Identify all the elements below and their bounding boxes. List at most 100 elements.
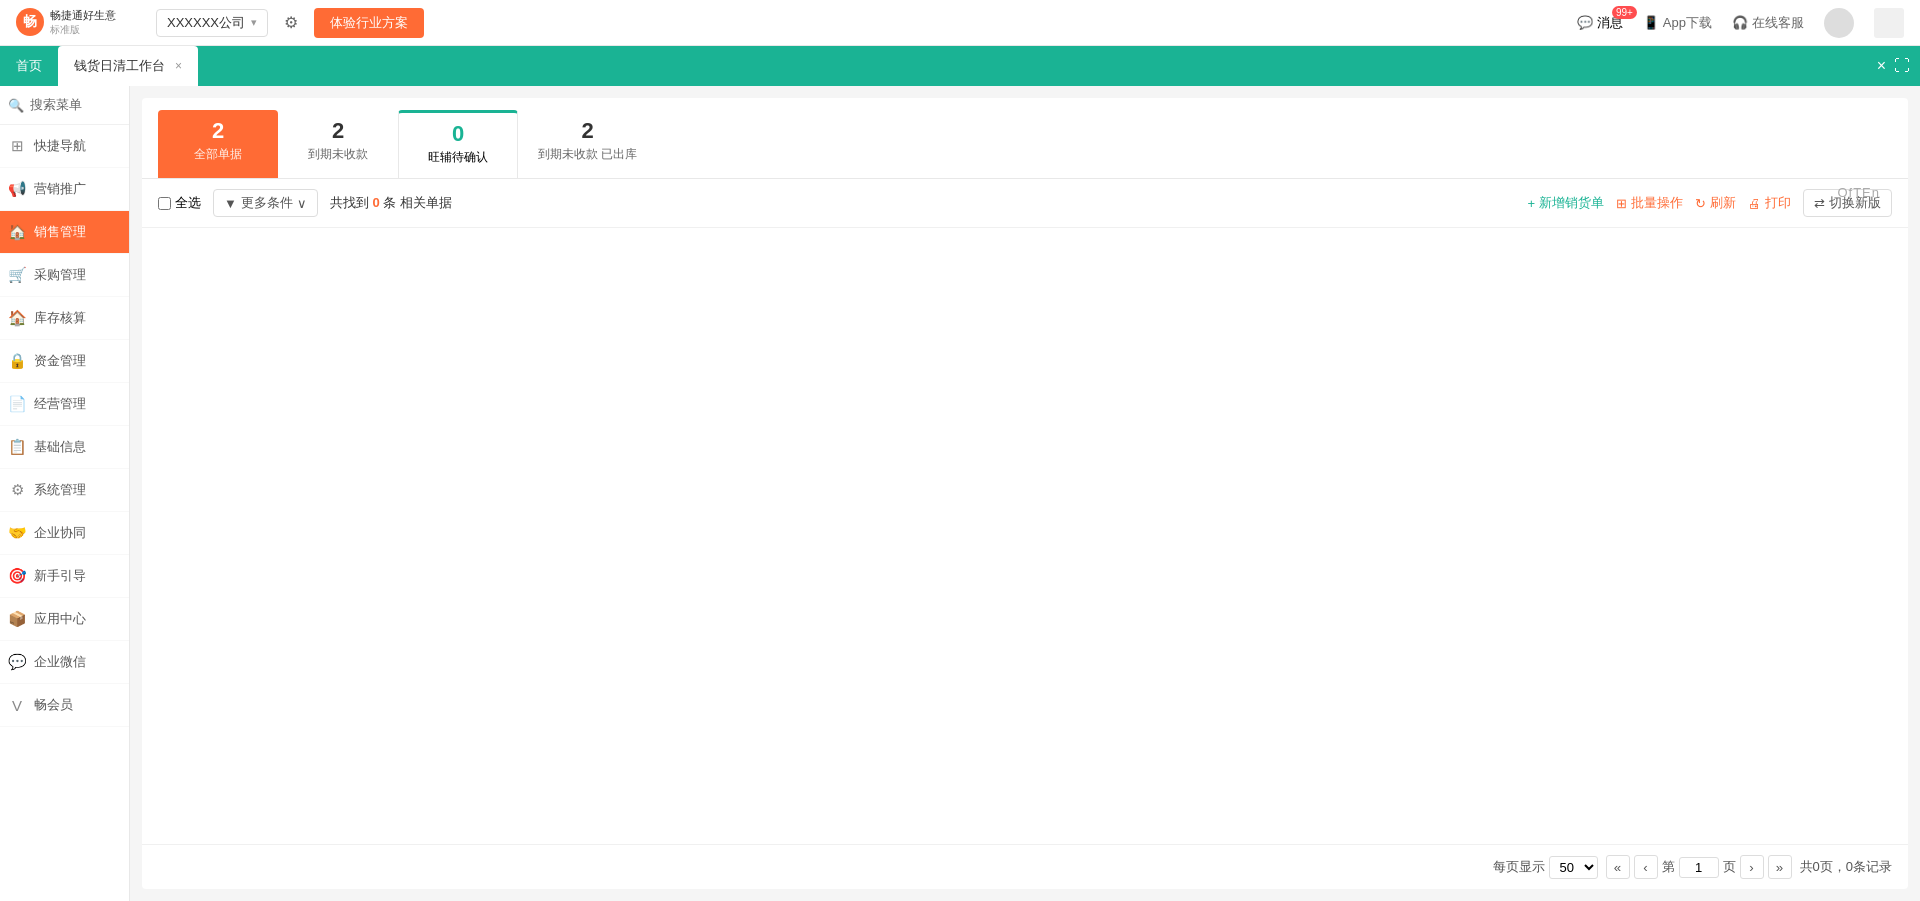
company-dropdown-arrow: ▾ <box>251 16 257 29</box>
app-download-button[interactable]: 📱 App下载 <box>1643 14 1712 32</box>
total-records-label: 共0页，0条记录 <box>1800 858 1892 876</box>
print-label: 打印 <box>1765 194 1791 212</box>
online-service-button[interactable]: 🎧 在线客服 <box>1732 14 1804 32</box>
stat-overdue-label: 到期未收款 <box>298 146 378 163</box>
last-page-button[interactable]: » <box>1768 855 1792 879</box>
filter-button[interactable]: ▼ 更多条件 ∨ <box>213 189 318 217</box>
app-download-label: App下载 <box>1663 14 1712 32</box>
sidebar-item-wechat[interactable]: 💬 企业微信 <box>0 641 129 684</box>
tab-minimize-icon[interactable]: × <box>1877 57 1886 75</box>
select-all-checkbox[interactable]: 全选 <box>158 194 201 212</box>
new-sale-plus-icon: + <box>1527 196 1535 211</box>
per-page-label: 每页显示 <box>1493 858 1545 876</box>
refresh-icon: ↻ <box>1695 196 1706 211</box>
stat-tab-all[interactable]: 2 全部单据 <box>158 110 278 178</box>
page-number-input[interactable] <box>1679 857 1719 878</box>
stat-tab-overdue-unshipped[interactable]: 2 到期未收款 已出库 <box>518 110 657 178</box>
switch-icon: ⇄ <box>1814 196 1825 211</box>
company-selector[interactable]: XXXXXX公司 ▾ <box>156 9 268 37</box>
tab-bar-controls: × ⛶ <box>1877 57 1920 75</box>
sidebar-item-finance[interactable]: 🔒 资金管理 <box>0 340 129 383</box>
per-page-select[interactable]: 50 <box>1549 856 1598 879</box>
search-icon: 🔍 <box>8 98 24 113</box>
found-text: 共找到 0 条 相关单据 <box>330 194 452 212</box>
sidebar-search-label: 搜索菜单 <box>30 96 82 114</box>
marketing-icon: 📢 <box>8 180 26 198</box>
stat-tab-overdue[interactable]: 2 到期未收款 <box>278 110 398 178</box>
stat-tab-wangwang[interactable]: 0 旺辅待确认 <box>398 110 518 178</box>
app-download-icon: 📱 <box>1643 15 1659 30</box>
sidebar-item-operations[interactable]: 📄 经营管理 <box>0 383 129 426</box>
main-layout: 🔍 搜索菜单 ⊞ 快捷导航 📢 营销推广 🏠 销售管理 🛒 采购管理 🏠 库存核… <box>0 86 1920 901</box>
tab-workbench[interactable]: 钱货日清工作台 × <box>58 46 198 86</box>
sidebar-item-system[interactable]: ⚙ 系统管理 <box>0 469 129 512</box>
sidebar-item-cooperation[interactable]: 🤝 企业协同 <box>0 512 129 555</box>
refresh-button[interactable]: ↻ 刷新 <box>1695 194 1736 212</box>
tab-home[interactable]: 首页 <box>0 46 58 86</box>
toolbar: 全选 ▼ 更多条件 ∨ 共找到 0 条 相关单据 + 新增销货单 <box>142 179 1908 228</box>
logo-badge: 标准版 <box>50 23 116 37</box>
sidebar-item-purchase[interactable]: 🛒 采购管理 <box>0 254 129 297</box>
sidebar-label-finance: 资金管理 <box>34 352 86 370</box>
page-suffix: 页 <box>1723 858 1736 876</box>
user-avatar[interactable] <box>1824 8 1854 38</box>
tab-maximize-icon[interactable]: ⛶ <box>1894 57 1910 75</box>
user-menu-button[interactable] <box>1874 8 1904 38</box>
refresh-label: 刷新 <box>1710 194 1736 212</box>
sidebar-item-sales[interactable]: 🏠 销售管理 <box>0 211 129 254</box>
logo-title: 畅捷通好生意 <box>50 8 116 22</box>
stat-wangwang-label: 旺辅待确认 <box>419 149 497 166</box>
prev-page-button[interactable]: ‹ <box>1634 855 1658 879</box>
sidebar: 🔍 搜索菜单 ⊞ 快捷导航 📢 营销推广 🏠 销售管理 🛒 采购管理 🏠 库存核… <box>0 86 130 901</box>
tab-close-icon[interactable]: × <box>175 59 182 73</box>
trial-button[interactable]: 体验行业方案 <box>314 8 424 38</box>
first-page-button[interactable]: « <box>1606 855 1630 879</box>
sidebar-item-member[interactable]: V 畅会员 <box>0 684 129 727</box>
sidebar-search[interactable]: 🔍 搜索菜单 <box>0 86 129 125</box>
sidebar-item-quick-nav[interactable]: ⊞ 快捷导航 <box>0 125 129 168</box>
content-area: 2 全部单据 2 到期未收款 0 旺辅待确认 2 到期未收款 已出库 <box>130 86 1920 901</box>
finance-icon: 🔒 <box>8 352 26 370</box>
page-size-selector: 每页显示 50 <box>1493 856 1598 879</box>
sales-icon: 🏠 <box>8 223 26 241</box>
sidebar-label-quick-nav: 快捷导航 <box>34 137 86 155</box>
sidebar-item-guide[interactable]: 🎯 新手引导 <box>0 555 129 598</box>
print-icon: 🖨 <box>1748 196 1761 211</box>
settings-button[interactable]: ⚙ <box>276 8 306 38</box>
top-header: 畅 畅捷通好生意 标准版 XXXXXX公司 ▾ ⚙ 体验行业方案 💬 消息 99… <box>0 0 1920 46</box>
batch-op-icon: ⊞ <box>1616 196 1627 211</box>
next-page-button[interactable]: › <box>1740 855 1764 879</box>
basic-info-icon: 📋 <box>8 438 26 456</box>
stat-overdue-count: 2 <box>298 118 378 144</box>
sidebar-item-app-center[interactable]: 📦 应用中心 <box>0 598 129 641</box>
stat-wangwang-count: 0 <box>419 121 497 147</box>
message-button[interactable]: 💬 消息 99+ <box>1577 14 1623 32</box>
select-all-input[interactable] <box>158 197 171 210</box>
batch-op-button[interactable]: ⊞ 批量操作 <box>1616 194 1683 212</box>
company-name: XXXXXX公司 <box>167 14 245 32</box>
filter-label: 更多条件 <box>241 194 293 212</box>
sidebar-item-basic-info[interactable]: 📋 基础信息 <box>0 426 129 469</box>
new-sale-button[interactable]: + 新增销货单 <box>1527 194 1604 212</box>
logo-icon: 畅 <box>16 8 44 36</box>
sidebar-item-marketing[interactable]: 📢 营销推广 <box>0 168 129 211</box>
stat-all-label: 全部单据 <box>178 146 258 163</box>
message-icon: 💬 <box>1577 15 1593 30</box>
found-prefix: 共找到 <box>330 195 369 210</box>
sidebar-label-system: 系统管理 <box>34 481 86 499</box>
tab-home-label: 首页 <box>16 57 42 75</box>
system-icon: ⚙ <box>8 481 26 499</box>
sidebar-label-sales: 销售管理 <box>34 223 86 241</box>
logo-area: 畅 畅捷通好生意 标准版 <box>16 8 146 36</box>
filter-arrow-icon: ∨ <box>297 196 307 211</box>
page-label: 第 <box>1662 858 1675 876</box>
purchase-icon: 🛒 <box>8 266 26 284</box>
print-button[interactable]: 🖨 打印 <box>1748 194 1791 212</box>
sidebar-item-inventory[interactable]: 🏠 库存核算 <box>0 297 129 340</box>
sidebar-label-marketing: 营销推广 <box>34 180 86 198</box>
select-all-label: 全选 <box>175 194 201 212</box>
sidebar-label-basic-info: 基础信息 <box>34 438 86 456</box>
quick-nav-icon: ⊞ <box>8 137 26 155</box>
sidebar-label-member: 畅会员 <box>34 696 73 714</box>
stats-tabs: 2 全部单据 2 到期未收款 0 旺辅待确认 2 到期未收款 已出库 <box>142 98 1908 179</box>
